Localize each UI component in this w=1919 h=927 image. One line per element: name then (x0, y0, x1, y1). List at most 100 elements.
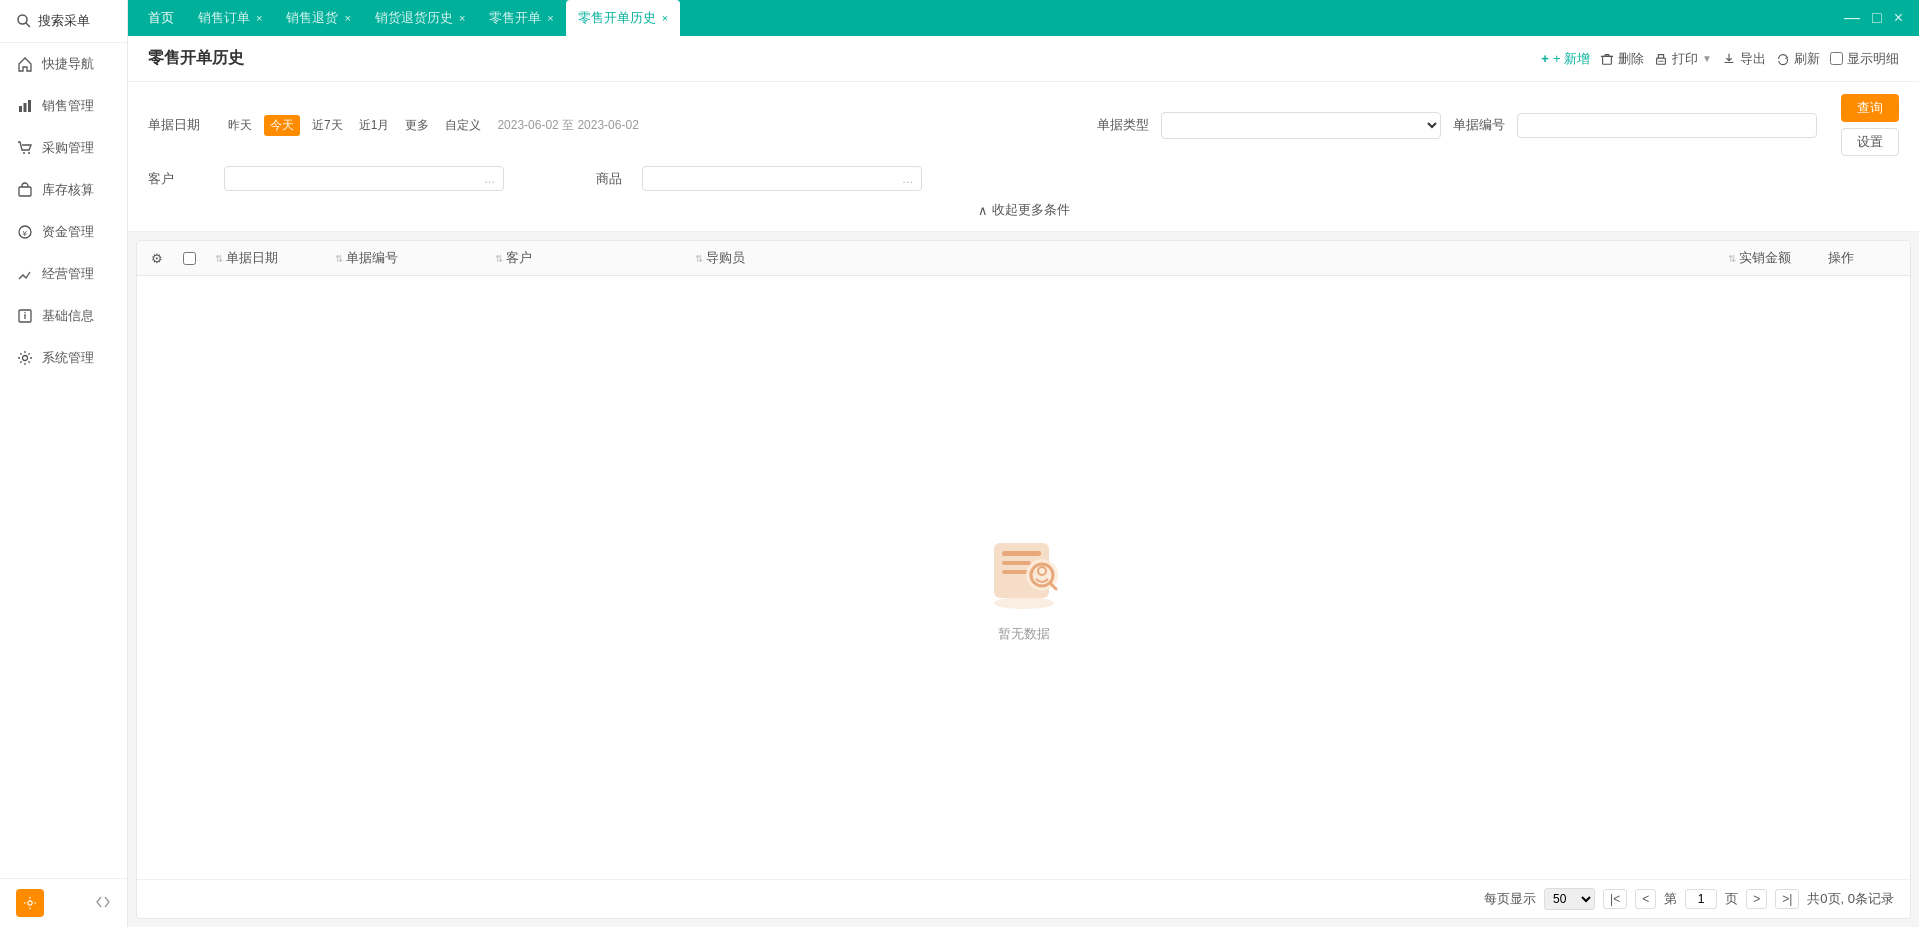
page-label-pre: 第 (1664, 890, 1677, 908)
th-checkbox[interactable] (177, 241, 209, 275)
sidebar-search[interactable]: 搜索采单 (0, 0, 127, 43)
filter-row-1: 单据日期 昨天 今天 近7天 近1月 更多 自定义 2023-06-02 至 2… (148, 94, 1899, 156)
print-button[interactable]: 打印 ▼ (1654, 50, 1712, 68)
maximize-button[interactable]: □ (1872, 9, 1882, 27)
th-customer[interactable]: ⇅ 客户 (489, 241, 689, 275)
main-content: 首页 销售订单 × 销售退货 × 销货退货历史 × 零售开单 × 零售开单历史 … (128, 0, 1919, 927)
display-detail-checkbox[interactable] (1830, 52, 1843, 65)
query-button[interactable]: 查询 (1841, 94, 1899, 122)
display-detail-button[interactable]: 显示明细 (1830, 50, 1899, 68)
goods-label: 商品 (596, 170, 626, 188)
sidebar-item-label: 基础信息 (42, 307, 94, 325)
sort-icon: ⇅ (1728, 253, 1736, 264)
filter-row-2: 客户 ... 商品 ... (148, 166, 1899, 191)
th-date[interactable]: ⇅ 单据日期 (209, 241, 329, 275)
sidebar-item-xitong[interactable]: 系统管理 (0, 337, 127, 379)
add-label: + 新增 (1553, 50, 1590, 68)
total-info: 共0页, 0条记录 (1807, 890, 1894, 908)
add-icon: + (1541, 51, 1549, 66)
svg-rect-7 (19, 187, 31, 196)
customer-dots: ... (484, 171, 495, 186)
svg-point-13 (23, 356, 28, 361)
th-amount[interactable]: ⇅ 实销金额 (1722, 241, 1822, 275)
bill-no-input[interactable] (1517, 113, 1817, 138)
svg-point-12 (24, 312, 25, 313)
next-page-button[interactable]: > (1746, 889, 1767, 909)
tab-sales-return[interactable]: 销售退货 × (274, 0, 362, 36)
prev-page-button[interactable]: < (1635, 889, 1656, 909)
close-icon[interactable]: × (459, 12, 465, 24)
sidebar-item-label: 销售管理 (42, 97, 94, 115)
sidebar-item-jingying[interactable]: 经营管理 (0, 253, 127, 295)
select-all-checkbox[interactable] (183, 252, 196, 265)
refresh-button[interactable]: 刷新 (1776, 50, 1820, 68)
goods-input[interactable]: ... (642, 166, 922, 191)
date-opt-today[interactable]: 今天 (264, 115, 300, 136)
date-opt-1month[interactable]: 近1月 (355, 115, 394, 136)
sidebar-item-kuaijie[interactable]: 快捷导航 (0, 43, 127, 85)
svg-rect-15 (1603, 56, 1612, 64)
sidebar-item-label: 快捷导航 (42, 55, 94, 73)
sidebar-collapse-button[interactable] (95, 894, 111, 913)
delete-button[interactable]: 删除 (1600, 50, 1644, 68)
settings-button[interactable] (16, 889, 44, 917)
home-icon (16, 55, 34, 73)
print-dropdown-icon[interactable]: ▼ (1702, 53, 1712, 64)
date-opt-more[interactable]: 更多 (401, 115, 433, 136)
th-billno[interactable]: ⇅ 单据编号 (329, 241, 489, 275)
th-billno-label: 单据编号 (346, 249, 398, 267)
sidebar-item-caigou[interactable]: 采购管理 (0, 127, 127, 169)
sidebar-item-jichu[interactable]: 基础信息 (0, 295, 127, 337)
tab-retail-open[interactable]: 零售开单 × (477, 0, 565, 36)
tab-retail-open-history[interactable]: 零售开单历史 × (566, 0, 680, 36)
close-button[interactable]: × (1894, 9, 1903, 27)
date-opt-custom[interactable]: 自定义 (441, 115, 485, 136)
sort-icon: ⇅ (335, 253, 343, 264)
page-header: 零售开单历史 + + 新增 删除 打印 ▼ 导出 刷新 (128, 36, 1919, 82)
customer-label: 客户 (148, 170, 208, 188)
first-page-button[interactable]: |< (1603, 889, 1627, 909)
page-size-select[interactable]: 50 100 200 (1544, 888, 1595, 910)
date-opt-yesterday[interactable]: 昨天 (224, 115, 256, 136)
sidebar-item-zijin[interactable]: ¥ 资金管理 (0, 211, 127, 253)
empty-text: 暂无数据 (998, 625, 1050, 643)
tab-home[interactable]: 首页 (136, 0, 186, 36)
table-body: 暂无数据 (137, 276, 1910, 879)
sidebar-nav: 快捷导航 销售管理 采购管理 库存核算 ¥ 资金管理 (0, 43, 127, 878)
svg-rect-17 (1658, 60, 1663, 61)
tab-bar: 首页 销售订单 × 销售退货 × 销货退货历史 × 零售开单 × 零售开单历史 … (128, 0, 1919, 36)
sidebar-item-kucun[interactable]: 库存核算 (0, 169, 127, 211)
th-settings[interactable]: ⚙ (145, 241, 177, 275)
customer-input[interactable]: ... (224, 166, 504, 191)
page-number-input[interactable] (1685, 889, 1717, 909)
tab-sales-return-history[interactable]: 销货退货历史 × (363, 0, 477, 36)
th-guide[interactable]: ⇅ 导购员 (689, 241, 809, 275)
minimize-button[interactable]: — (1844, 9, 1860, 27)
close-icon[interactable]: × (344, 12, 350, 24)
sort-icon: ⇅ (695, 253, 703, 264)
bill-type-select[interactable] (1161, 112, 1441, 139)
close-icon[interactable]: × (662, 12, 668, 24)
sidebar-search-label: 搜索采单 (38, 12, 90, 30)
collapse-more[interactable]: ∧ 收起更多条件 (148, 201, 1899, 219)
export-button[interactable]: 导出 (1722, 50, 1766, 68)
sidebar-item-label: 采购管理 (42, 139, 94, 157)
close-icon[interactable]: × (547, 12, 553, 24)
table-area: ⚙ ⇅ 单据日期 ⇅ 单据编号 ⇅ 客户 ⇅ 导购员 ⇅ (136, 240, 1911, 919)
svg-point-18 (994, 597, 1054, 609)
sidebar-item-xiaoshou[interactable]: 销售管理 (0, 85, 127, 127)
close-icon[interactable]: × (256, 12, 262, 24)
date-opt-7days[interactable]: 近7天 (308, 115, 347, 136)
settings-icon: ⚙ (151, 251, 163, 266)
table-header: ⚙ ⇅ 单据日期 ⇅ 单据编号 ⇅ 客户 ⇅ 导购员 ⇅ (137, 241, 1910, 276)
svg-point-6 (28, 152, 30, 154)
toolbar: + + 新增 删除 打印 ▼ 导出 刷新 显示明细 (1541, 50, 1899, 68)
tab-sales-order[interactable]: 销售订单 × (186, 0, 274, 36)
last-page-button[interactable]: >| (1775, 889, 1799, 909)
add-button[interactable]: + + 新增 (1541, 50, 1590, 68)
tab-label: 销售订单 (198, 9, 250, 27)
th-date-label: 单据日期 (226, 249, 278, 267)
setting-button[interactable]: 设置 (1841, 128, 1899, 156)
sort-icon: ⇅ (495, 253, 503, 264)
refresh-label: 刷新 (1794, 50, 1820, 68)
